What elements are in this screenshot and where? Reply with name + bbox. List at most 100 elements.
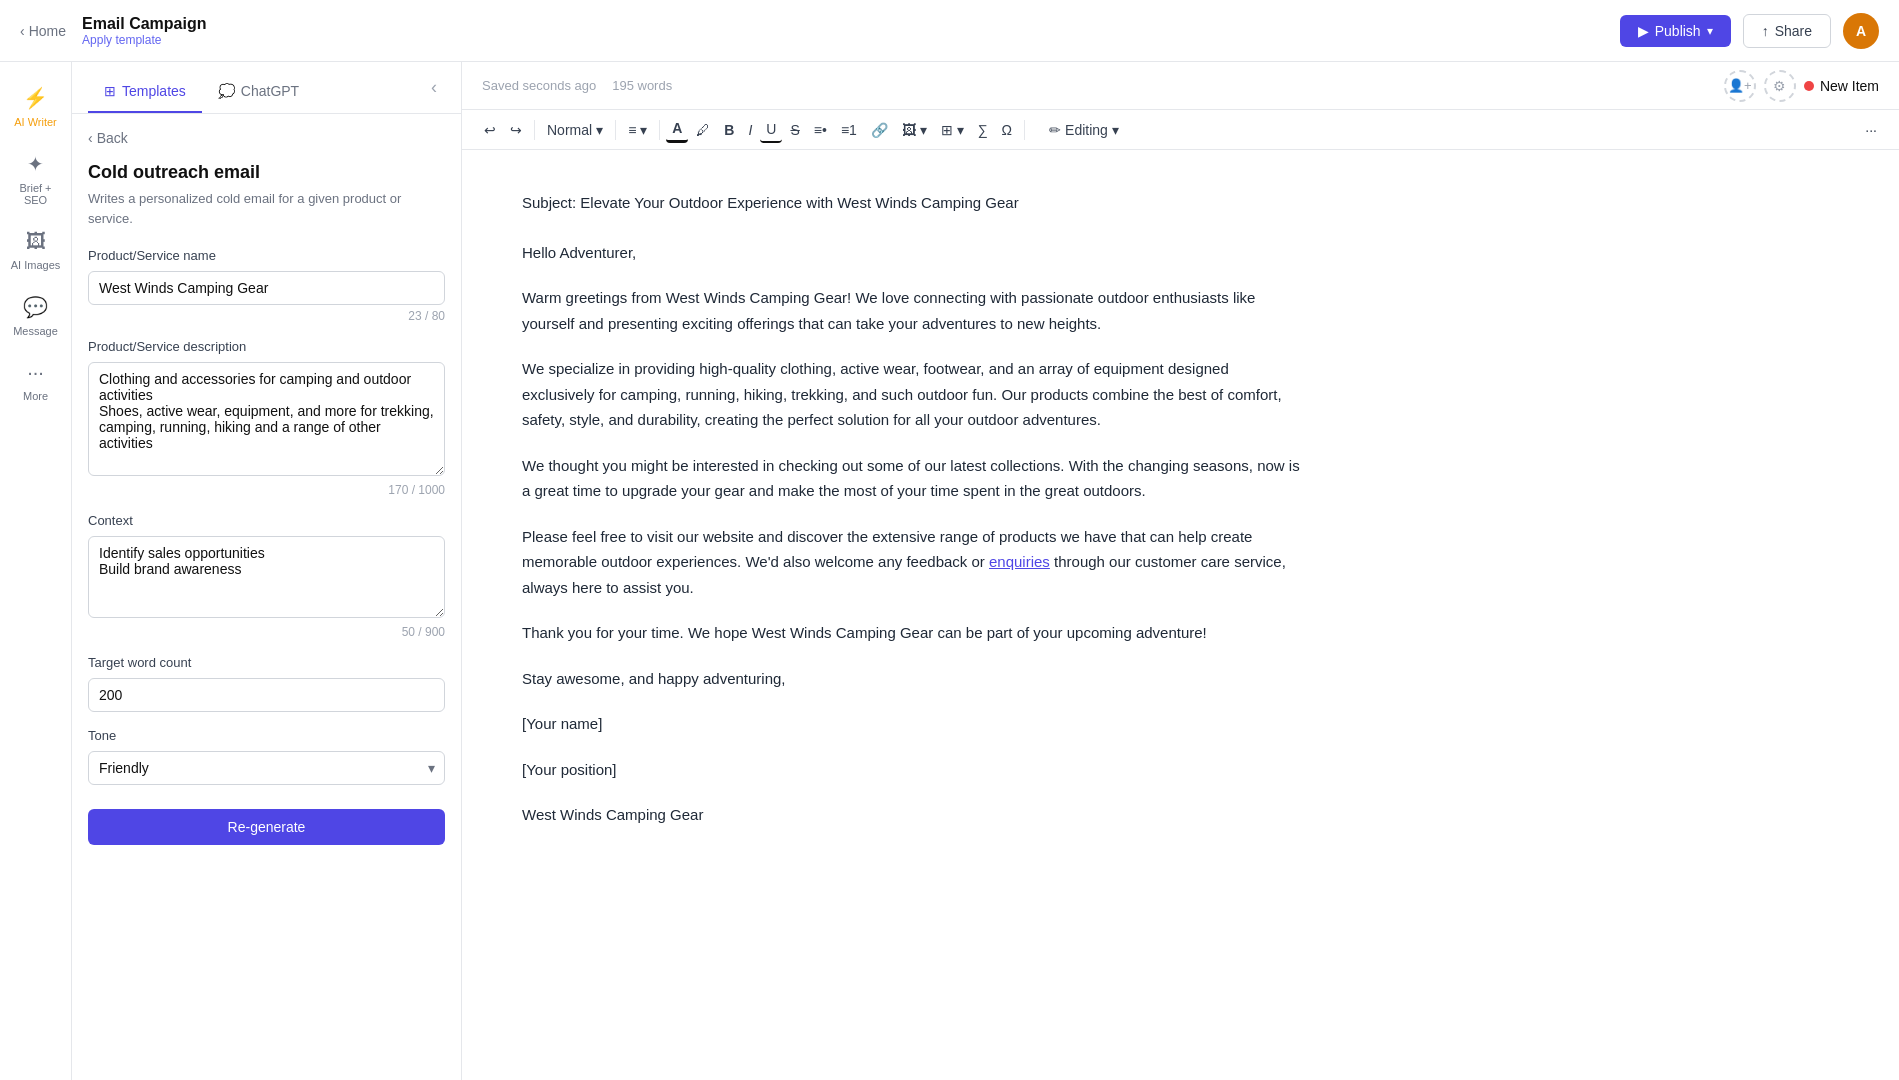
diamond-icon: ✦	[27, 152, 44, 176]
word-count-field: Target word count	[88, 655, 445, 712]
tone-select[interactable]: Friendly Professional Casual Formal Humo…	[88, 751, 445, 785]
nav-left: ‹ Home Email Campaign Apply template	[20, 15, 207, 47]
share-button[interactable]: ↑ Share	[1743, 14, 1831, 48]
share-label: Share	[1775, 23, 1812, 39]
new-item-label: New Item	[1820, 78, 1879, 94]
undo-button[interactable]: ↩	[478, 118, 502, 142]
product-desc-input[interactable]	[88, 362, 445, 476]
chat-icon: 💭	[218, 83, 235, 99]
back-icon: ‹	[88, 130, 93, 146]
regenerate-button[interactable]: Re-generate	[88, 809, 445, 845]
context-field: Context 50 / 900	[88, 513, 445, 639]
image-button[interactable]: 🖼 ▾	[896, 118, 933, 142]
publish-button[interactable]: ▶ Publish ▾	[1620, 15, 1731, 47]
panel-content: ‹ Back Cold outreach email Writes a pers…	[72, 114, 461, 1080]
context-input[interactable]	[88, 536, 445, 618]
editing-mode-button[interactable]: ✏ Editing ▾	[1039, 118, 1129, 142]
sidebar-item-label: AI Images	[11, 259, 61, 271]
email-greeting: Hello Adventurer,	[522, 240, 1302, 266]
editor-meta: Saved seconds ago 195 words	[482, 78, 672, 93]
word-count-input[interactable]	[88, 678, 445, 712]
email-paragraph-1: Warm greetings from West Winds Camping G…	[522, 285, 1302, 336]
back-button[interactable]: ‹ Back	[88, 130, 445, 146]
sidebar-item-label: Brief + SEO	[10, 182, 62, 206]
back-label: Back	[97, 130, 128, 146]
saved-status: Saved seconds ago	[482, 78, 596, 93]
toolbar-divider-4	[1024, 120, 1025, 140]
template-title: Cold outreach email	[88, 162, 445, 183]
sidebar-item-ai-writer[interactable]: ⚡ AI Writer	[6, 78, 66, 136]
home-link[interactable]: ‹ Home	[20, 23, 66, 39]
collaborator-avatar-placeholder[interactable]: 👤+	[1724, 70, 1756, 102]
publish-icon: ▶	[1638, 23, 1649, 39]
italic-button[interactable]: I	[742, 118, 758, 142]
product-name-input[interactable]	[88, 271, 445, 305]
special-char-button[interactable]: Ω	[996, 118, 1018, 142]
panel: ⊞ Templates 💭 ChatGPT ‹ ‹ Back Cold outr…	[72, 62, 462, 1080]
link-button[interactable]: 🔗	[865, 118, 894, 142]
format-label: Normal	[547, 122, 592, 138]
settings-placeholder[interactable]: ⚙	[1764, 70, 1796, 102]
page-title: Email Campaign	[82, 15, 206, 33]
tone-select-wrapper: Friendly Professional Casual Formal Humo…	[88, 751, 445, 785]
word-count-status: 195 words	[612, 78, 672, 93]
tone-label: Tone	[88, 728, 445, 743]
tab-templates[interactable]: ⊞ Templates	[88, 71, 202, 113]
context-char-count: 50 / 900	[88, 625, 445, 639]
sidebar-item-message[interactable]: 💬 Message	[6, 287, 66, 345]
editor-content[interactable]: Subject: Elevate Your Outdoor Experience…	[462, 150, 1362, 1080]
bullet-list-button[interactable]: ≡•	[808, 118, 833, 142]
redo-button[interactable]: ↪	[504, 118, 528, 142]
apply-template-link[interactable]: Apply template	[82, 33, 206, 47]
product-desc-label: Product/Service description	[88, 339, 445, 354]
editor-topbar: Saved seconds ago 195 words 👤+ ⚙ New Ite…	[462, 62, 1899, 110]
publish-label: Publish	[1655, 23, 1701, 39]
underline-button[interactable]: U	[760, 117, 782, 143]
ordered-list-button[interactable]: ≡1	[835, 118, 863, 142]
tab-label: ChatGPT	[241, 83, 299, 99]
sidebar-item-more[interactable]: ··· More	[6, 353, 66, 410]
tab-chatgpt[interactable]: 💭 ChatGPT	[202, 71, 315, 113]
image-icon: 🖼	[26, 230, 46, 253]
grid-icon: ⊞	[104, 83, 116, 99]
email-signature-company: West Winds Camping Gear	[522, 802, 1302, 828]
add-user-icon: 👤+	[1728, 78, 1752, 93]
lightning-icon: ⚡	[23, 86, 48, 110]
chevron-left-icon: ‹	[20, 23, 25, 39]
template-description: Writes a personalized cold email for a g…	[88, 189, 445, 228]
editing-chevron-icon: ▾	[1112, 122, 1119, 138]
pencil-icon: ✏	[1049, 122, 1061, 138]
panel-collapse-button[interactable]: ‹	[423, 73, 445, 102]
sidebar-item-label: More	[23, 390, 48, 402]
toolbar-divider-2	[615, 120, 616, 140]
product-name-char-count: 23 / 80	[88, 309, 445, 323]
format-select[interactable]: Normal ▾	[541, 118, 609, 142]
email-subject: Subject: Elevate Your Outdoor Experience…	[522, 190, 1302, 216]
context-label: Context	[88, 513, 445, 528]
product-name-field: Product/Service name 23 / 80	[88, 248, 445, 323]
formula-button[interactable]: ∑	[972, 118, 994, 142]
bold-button[interactable]: B	[718, 118, 740, 142]
editing-label: Editing	[1065, 122, 1108, 138]
new-item-indicator: New Item	[1804, 78, 1879, 94]
product-name-label: Product/Service name	[88, 248, 445, 263]
strikethrough-button[interactable]: S	[784, 118, 805, 142]
enquiries-link[interactable]: enquiries	[989, 553, 1050, 570]
align-button[interactable]: ≡ ▾	[622, 118, 653, 142]
panel-tabs: ⊞ Templates 💭 ChatGPT ‹	[72, 62, 461, 114]
text-color-button[interactable]: A	[666, 116, 688, 143]
user-avatar[interactable]: A	[1843, 13, 1879, 49]
share-icon: ↑	[1762, 23, 1769, 39]
message-icon: 💬	[23, 295, 48, 319]
sidebar-item-brief-seo[interactable]: ✦ Brief + SEO	[6, 144, 66, 214]
email-closing: Stay awesome, and happy adventuring,	[522, 666, 1302, 692]
tone-field: Tone Friendly Professional Casual Formal…	[88, 728, 445, 785]
highlight-button[interactable]: 🖊	[690, 118, 716, 142]
sidebar-item-ai-images[interactable]: 🖼 AI Images	[6, 222, 66, 279]
table-button[interactable]: ⊞ ▾	[935, 118, 970, 142]
more-options-button[interactable]: ···	[1859, 118, 1883, 142]
nav-title-group: Email Campaign Apply template	[82, 15, 206, 47]
product-desc-field: Product/Service description 170 / 1000	[88, 339, 445, 497]
icon-sidebar: ⚡ AI Writer ✦ Brief + SEO 🖼 AI Images 💬 …	[0, 62, 72, 1080]
sidebar-item-label: AI Writer	[14, 116, 57, 128]
